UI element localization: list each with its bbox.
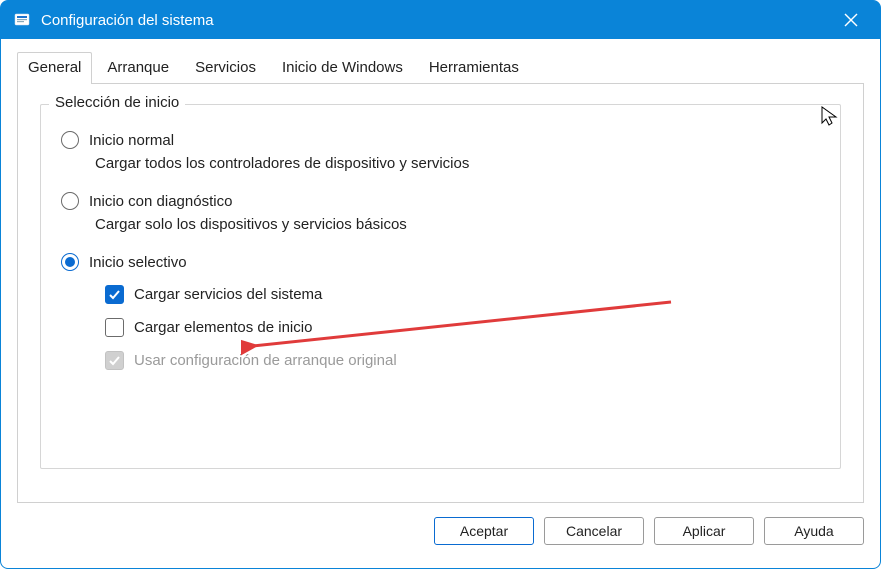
checkbox-load-system-services[interactable] [105, 285, 124, 304]
check-label-load-system-services: Cargar servicios del sistema [134, 286, 322, 303]
tab-servicios[interactable]: Servicios [184, 52, 267, 84]
window-title: Configuración del sistema [41, 12, 214, 29]
radio-diagnostic-desc: Cargar solo los dispositivos y servicios… [95, 216, 820, 233]
groupbox-startup-selection: Selección de inicio Inicio normal Cargar… [40, 104, 841, 469]
selective-sub-options: Cargar servicios del sistema Cargar elem… [105, 285, 820, 370]
tab-inicio-windows[interactable]: Inicio de Windows [271, 52, 414, 84]
tab-herramientas[interactable]: Herramientas [418, 52, 530, 84]
groupbox-legend: Selección de inicio [49, 94, 185, 111]
radio-selective[interactable] [61, 253, 79, 271]
radio-diagnostic-label: Inicio con diagnóstico [89, 193, 232, 210]
tab-panel-general: Selección de inicio Inicio normal Cargar… [17, 83, 864, 503]
radio-normal[interactable] [61, 131, 79, 149]
check-label-use-original-boot: Usar configuración de arranque original [134, 352, 397, 369]
cancel-button[interactable]: Cancelar [544, 517, 644, 545]
radio-row-normal[interactable]: Inicio normal [61, 131, 820, 149]
radio-normal-desc: Cargar todos los controladores de dispos… [95, 155, 820, 172]
help-button[interactable]: Ayuda [764, 517, 864, 545]
checkmark-icon [108, 288, 121, 301]
check-row-load-system-services[interactable]: Cargar servicios del sistema [105, 285, 820, 304]
check-row-use-original-boot: Usar configuración de arranque original [105, 351, 820, 370]
dialog-button-row: Aceptar Cancelar Aplicar Ayuda [17, 517, 864, 545]
checkbox-use-original-boot [105, 351, 124, 370]
ok-button[interactable]: Aceptar [434, 517, 534, 545]
titlebar: Configuración del sistema [1, 1, 880, 39]
close-button[interactable] [828, 1, 874, 39]
radio-row-diagnostic[interactable]: Inicio con diagnóstico [61, 192, 820, 210]
radio-diagnostic[interactable] [61, 192, 79, 210]
close-icon [844, 13, 858, 27]
tab-arranque[interactable]: Arranque [96, 52, 180, 84]
client-area: General Arranque Servicios Inicio de Win… [1, 39, 880, 559]
radio-selective-label: Inicio selectivo [89, 254, 187, 271]
check-label-load-startup-items: Cargar elementos de inicio [134, 319, 312, 336]
radio-row-selective[interactable]: Inicio selectivo [61, 253, 820, 271]
check-row-load-startup-items[interactable]: Cargar elementos de inicio [105, 318, 820, 337]
radio-normal-label: Inicio normal [89, 132, 174, 149]
tab-general[interactable]: General [17, 52, 92, 84]
apply-button[interactable]: Aplicar [654, 517, 754, 545]
app-icon [13, 10, 33, 30]
checkmark-icon [108, 354, 121, 367]
checkbox-load-startup-items[interactable] [105, 318, 124, 337]
tab-strip: General Arranque Servicios Inicio de Win… [17, 51, 864, 83]
